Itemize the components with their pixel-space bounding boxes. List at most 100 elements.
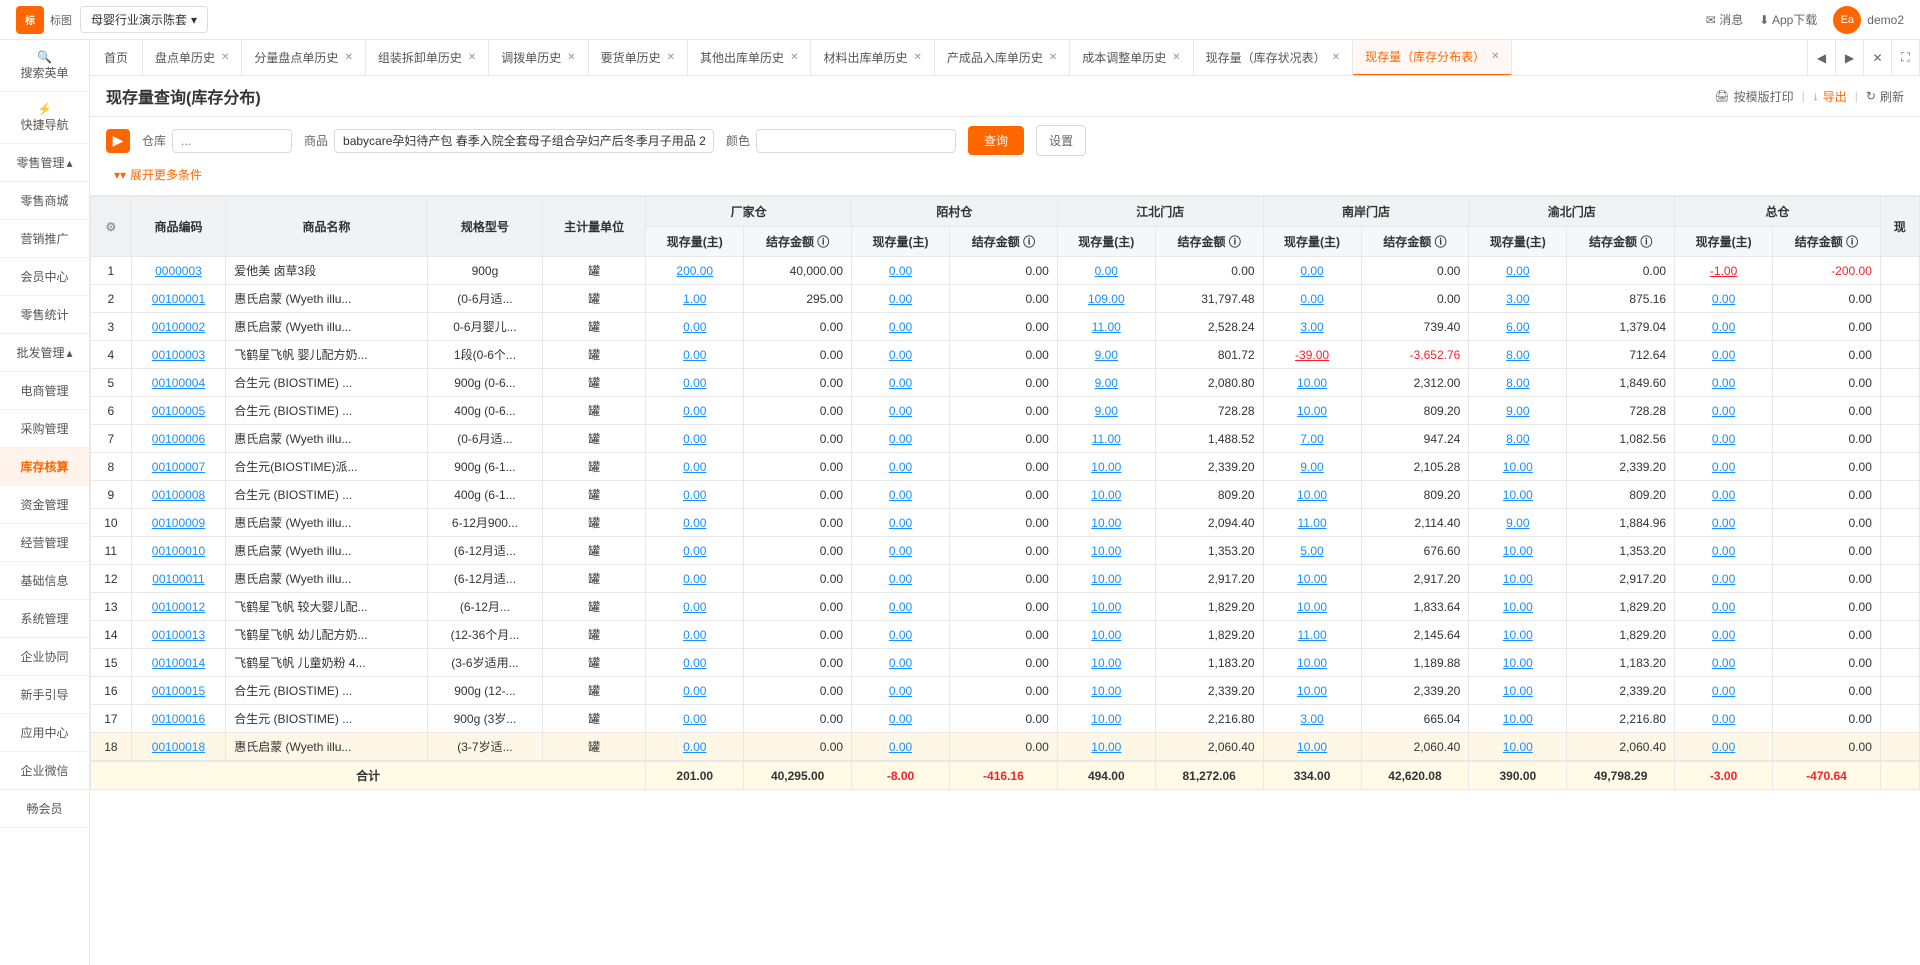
sidebar-item-wechat[interactable]: 企业微信: [0, 752, 89, 790]
store-selector[interactable]: 母婴行业演示陈套 ▾: [80, 6, 208, 33]
td-code[interactable]: 00100009: [131, 509, 225, 537]
td-na-qty[interactable]: 10.00: [1263, 397, 1361, 425]
td-jb-qty[interactable]: 10.00: [1057, 733, 1155, 762]
td-mc-qty[interactable]: 0.00: [852, 705, 950, 733]
td-tot-qty[interactable]: 0.00: [1675, 509, 1773, 537]
sidebar-item-system[interactable]: 系统管理: [0, 600, 89, 638]
sidebar-item-marketing[interactable]: 营销推广: [0, 220, 89, 258]
td-mc-qty[interactable]: 0.00: [852, 509, 950, 537]
td-code[interactable]: 00100004: [131, 369, 225, 397]
td-tot-qty[interactable]: 0.00: [1675, 621, 1773, 649]
td-code[interactable]: 00100015: [131, 677, 225, 705]
td-mc-qty[interactable]: 0.00: [852, 649, 950, 677]
td-code[interactable]: 00100005: [131, 397, 225, 425]
td-jb-qty[interactable]: 10.00: [1057, 453, 1155, 481]
td-tot-qty[interactable]: 0.00: [1675, 733, 1773, 762]
td-jb-qty[interactable]: 11.00: [1057, 425, 1155, 453]
sidebar-item-retail-mgmt[interactable]: 零售管理 ▴: [0, 144, 89, 182]
td-jb-qty[interactable]: 10.00: [1057, 621, 1155, 649]
td-cf-qty[interactable]: 0.00: [646, 593, 744, 621]
td-code[interactable]: 00100013: [131, 621, 225, 649]
td-yb-qty[interactable]: 10.00: [1469, 649, 1567, 677]
td-yb-qty[interactable]: 10.00: [1469, 733, 1567, 762]
tab-cost-adjust[interactable]: 成本调整单历史 ✕: [1070, 40, 1193, 76]
tab-nav-next[interactable]: ▶: [1836, 40, 1864, 76]
td-mc-qty[interactable]: 0.00: [852, 481, 950, 509]
tab-close-inv-dist[interactable]: ✕: [1491, 51, 1499, 62]
td-code[interactable]: 00100001: [131, 285, 225, 313]
td-jb-qty[interactable]: 9.00: [1057, 341, 1155, 369]
td-code[interactable]: 00100008: [131, 481, 225, 509]
td-mc-qty[interactable]: 0.00: [852, 537, 950, 565]
td-na-qty[interactable]: 10.00: [1263, 369, 1361, 397]
sidebar-item-vip[interactable]: 畅会员: [0, 790, 89, 828]
td-code[interactable]: 00100014: [131, 649, 225, 677]
td-yb-qty[interactable]: 6.00: [1469, 313, 1567, 341]
td-tot-qty[interactable]: 0.00: [1675, 565, 1773, 593]
sidebar-item-enterprise[interactable]: 企业协同: [0, 638, 89, 676]
td-jb-qty[interactable]: 0.00: [1057, 257, 1155, 285]
td-jb-qty[interactable]: 11.00: [1057, 313, 1155, 341]
td-tot-qty[interactable]: 0.00: [1675, 453, 1773, 481]
td-tot-qty[interactable]: 0.00: [1675, 649, 1773, 677]
td-na-qty[interactable]: 7.00: [1263, 425, 1361, 453]
td-na-qty[interactable]: 10.00: [1263, 649, 1361, 677]
td-cf-qty[interactable]: 0.00: [646, 425, 744, 453]
td-cf-qty[interactable]: 0.00: [646, 565, 744, 593]
app-download-btn[interactable]: ⬇ App下载: [1759, 11, 1817, 28]
warehouse-input[interactable]: [172, 129, 292, 153]
td-mc-qty[interactable]: 0.00: [852, 593, 950, 621]
td-yb-qty[interactable]: 8.00: [1469, 341, 1567, 369]
td-code[interactable]: 00100010: [131, 537, 225, 565]
td-cf-qty[interactable]: 0.00: [646, 705, 744, 733]
td-cf-qty[interactable]: 0.00: [646, 733, 744, 762]
export-button[interactable]: ↓ 导出: [1813, 88, 1847, 105]
td-tot-qty[interactable]: 0.00: [1675, 285, 1773, 313]
sidebar-item-retail-mall[interactable]: 零售商城: [0, 182, 89, 220]
td-jb-qty[interactable]: 10.00: [1057, 537, 1155, 565]
sidebar-item-nav[interactable]: ⚡ 快捷导航: [0, 92, 89, 144]
td-cf-qty[interactable]: 0.00: [646, 621, 744, 649]
td-yb-qty[interactable]: 0.00: [1469, 257, 1567, 285]
td-na-qty[interactable]: 0.00: [1263, 285, 1361, 313]
td-mc-qty[interactable]: 0.00: [852, 425, 950, 453]
tab-close-transfer[interactable]: ✕: [567, 52, 575, 63]
td-cf-qty[interactable]: 0.00: [646, 313, 744, 341]
td-code[interactable]: 00100012: [131, 593, 225, 621]
td-tot-qty[interactable]: -1.00: [1675, 257, 1773, 285]
td-mc-qty[interactable]: 0.00: [852, 369, 950, 397]
td-yb-qty[interactable]: 10.00: [1469, 677, 1567, 705]
td-yb-qty[interactable]: 9.00: [1469, 397, 1567, 425]
td-na-qty[interactable]: 9.00: [1263, 453, 1361, 481]
tab-close-fen-panding[interactable]: ✕: [344, 52, 352, 63]
td-jb-qty[interactable]: 9.00: [1057, 369, 1155, 397]
tab-nav-expand[interactable]: ⛶: [1892, 40, 1920, 76]
td-tot-qty[interactable]: 0.00: [1675, 369, 1773, 397]
tab-nav-prev[interactable]: ◀: [1808, 40, 1836, 76]
td-code[interactable]: 00100006: [131, 425, 225, 453]
td-cf-qty[interactable]: 0.00: [646, 341, 744, 369]
expand-conditions-btn[interactable]: ▾▾ 展开更多条件: [106, 162, 210, 187]
tab-product-inbound[interactable]: 产成品入库单历史 ✕: [935, 40, 1070, 76]
tab-inventory-dist[interactable]: 现存量（库存分布表） ✕: [1353, 40, 1512, 76]
td-cf-qty[interactable]: 0.00: [646, 453, 744, 481]
sidebar-item-search[interactable]: 🔍 搜索英单: [0, 40, 89, 92]
td-mc-qty[interactable]: 0.00: [852, 621, 950, 649]
filter-toggle-arrow[interactable]: ▶: [106, 129, 130, 153]
sidebar-item-guide[interactable]: 新手引导: [0, 676, 89, 714]
tab-close-cost[interactable]: ✕: [1172, 52, 1180, 63]
td-na-qty[interactable]: 0.00: [1263, 257, 1361, 285]
td-yb-qty[interactable]: 10.00: [1469, 481, 1567, 509]
td-jb-qty[interactable]: 10.00: [1057, 649, 1155, 677]
td-na-qty[interactable]: 3.00: [1263, 313, 1361, 341]
td-yb-qty[interactable]: 10.00: [1469, 453, 1567, 481]
td-yb-qty[interactable]: 10.00: [1469, 565, 1567, 593]
tab-assembly[interactable]: 组装拆卸单历史 ✕: [366, 40, 489, 76]
sidebar-item-member[interactable]: 会员中心: [0, 258, 89, 296]
td-na-qty[interactable]: 10.00: [1263, 733, 1361, 762]
td-cf-qty[interactable]: 0.00: [646, 509, 744, 537]
td-na-qty[interactable]: -39.00: [1263, 341, 1361, 369]
td-cf-qty[interactable]: 0.00: [646, 649, 744, 677]
td-jb-qty[interactable]: 10.00: [1057, 593, 1155, 621]
sidebar-item-app-center[interactable]: 应用中心: [0, 714, 89, 752]
